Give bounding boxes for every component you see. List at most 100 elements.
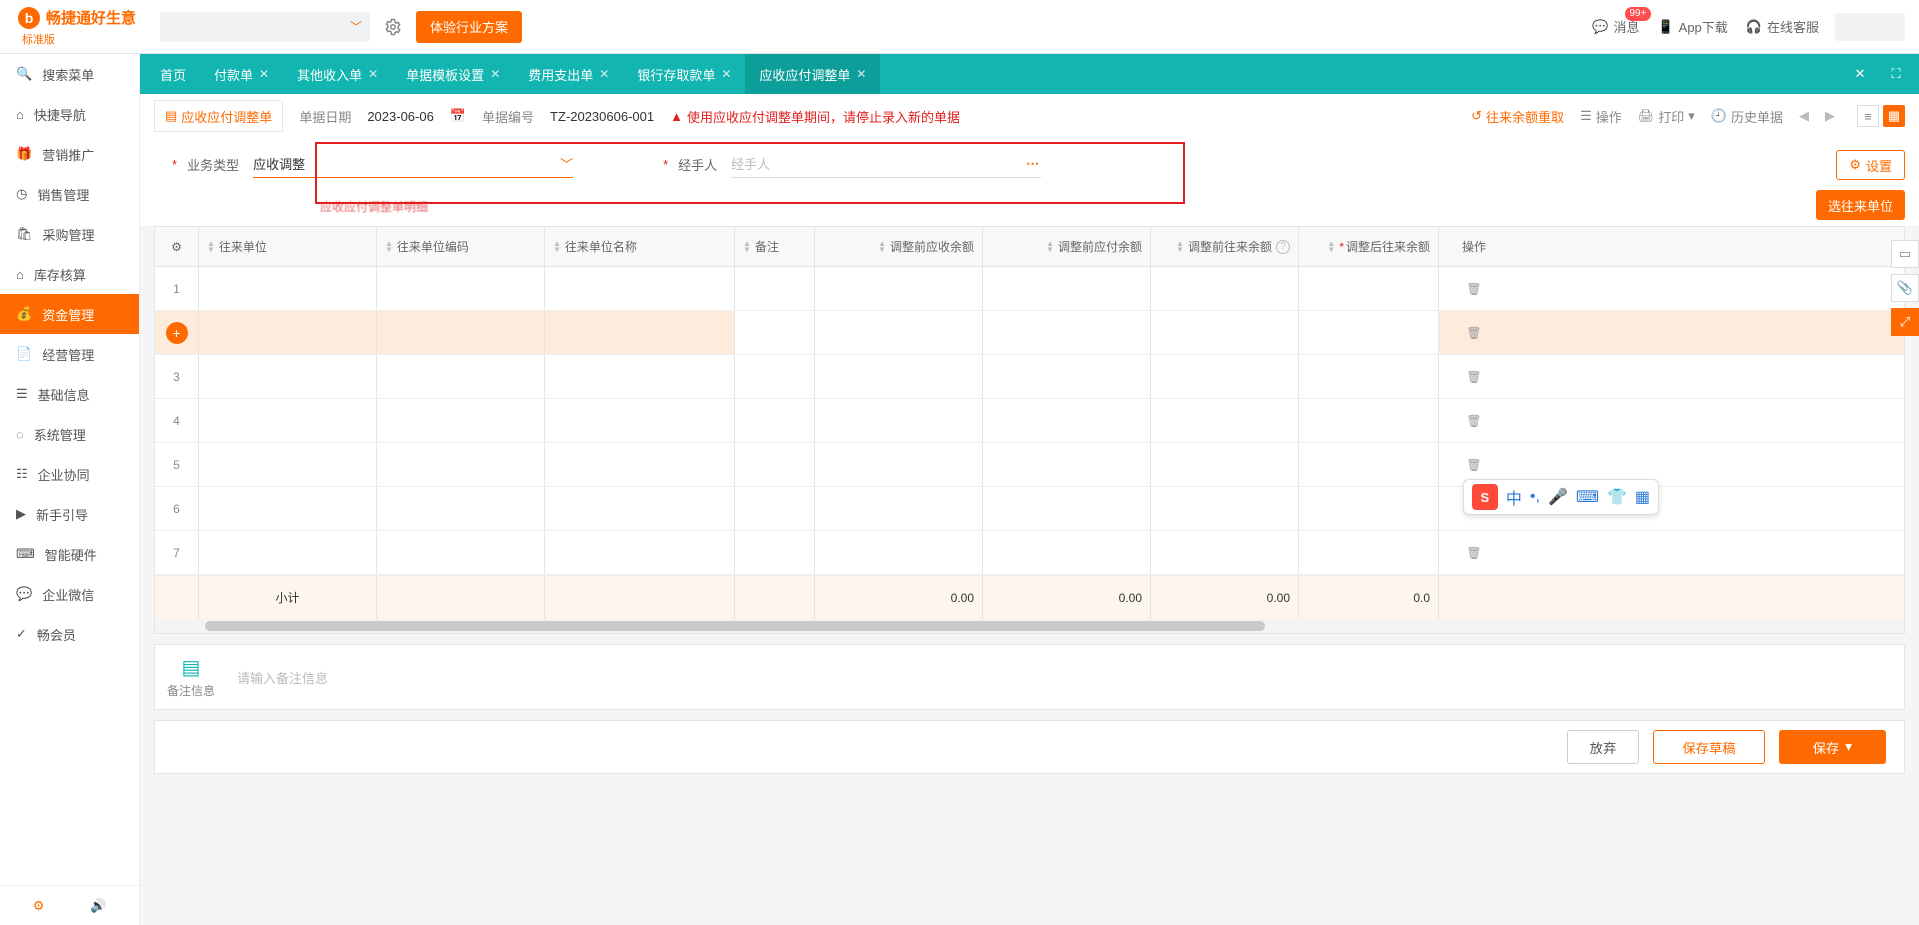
sidebar-item-10[interactable]: ☷企业协同 [0,454,139,494]
rail-attach-button[interactable]: 📎 [1891,274,1919,302]
cell-bal[interactable] [1151,531,1299,574]
cell-bal[interactable] [1151,399,1299,442]
cell-remark[interactable] [735,531,815,574]
cell-remark[interactable] [735,487,815,530]
table-settings-button[interactable]: ⚙ [155,227,199,266]
company-select[interactable]: ﹀ [160,12,370,42]
ime-toolbox-icon[interactable]: ▦ [1635,487,1650,507]
trash-icon[interactable]: 🗑 [1466,414,1481,428]
table-row[interactable]: 1🗑 [155,267,1904,311]
col-ar[interactable]: ▲▼调整前应收余额 [815,227,983,266]
ime-floating-bar[interactable]: S 中 •, 🎤 ⌨ 👕 ▦ [1463,479,1659,515]
handler-input[interactable]: 经手人 ⋯ [731,150,1041,178]
calendar-icon[interactable]: 📅 [450,108,466,124]
view-list-button[interactable]: ≡ [1857,105,1879,127]
help-icon[interactable]: ? [1276,240,1290,254]
cell-name[interactable] [545,267,735,310]
cell-unit[interactable] [199,531,377,574]
cell-ar[interactable] [815,355,983,398]
remark-input[interactable]: 请输入备注信息 [227,668,1904,687]
close-icon[interactable]: ✕ [856,67,866,81]
table-row[interactable]: 4🗑 [155,399,1904,443]
cell-ap[interactable] [983,443,1151,486]
cell-unit[interactable] [199,311,377,354]
sidebar-item-1[interactable]: ⌂快捷导航 [0,94,139,134]
sidebar-item-14[interactable]: ✓畅会员 [0,614,139,654]
sidebar-item-2[interactable]: 🎁营销推广 [0,134,139,174]
operate-button[interactable]: ☰操作 [1580,107,1622,126]
cell-code[interactable] [377,355,545,398]
tab-3[interactable]: 单据模板设置✕ [392,54,514,94]
sidebar-item-13[interactable]: 💬企业微信 [0,574,139,614]
cell-ar[interactable] [815,311,983,354]
cell-name[interactable] [545,487,735,530]
tab-6[interactable]: 应收应付调整单✕ [745,54,880,94]
sidebar-item-3[interactable]: ◷销售管理 [0,174,139,214]
cell-code[interactable] [377,311,545,354]
add-row-button[interactable]: + [166,322,188,344]
history-button[interactable]: 🕘历史单据 [1711,107,1783,126]
select-unit-button[interactable]: 选往来单位 [1816,190,1905,220]
cell-code[interactable] [377,443,545,486]
doc-type-tab[interactable]: ▤ 应收应付调整单 [154,100,283,132]
cell-remark[interactable] [735,267,815,310]
cell-unit[interactable] [199,487,377,530]
cell-ar[interactable] [815,487,983,530]
sidebar-item-9[interactable]: ◌系统管理 [0,414,139,454]
cell-ar[interactable] [815,531,983,574]
cell-ap[interactable] [983,531,1151,574]
close-icon[interactable]: ✕ [368,67,378,81]
sidebar-item-7[interactable]: 📄经营管理 [0,334,139,374]
settings-icon[interactable]: ⚙ [33,898,45,914]
avatar[interactable] [1835,13,1905,41]
cell-ap[interactable] [983,487,1151,530]
cell-after[interactable] [1299,531,1439,574]
cell-after[interactable] [1299,443,1439,486]
cell-bal[interactable] [1151,311,1299,354]
cell-after[interactable] [1299,399,1439,442]
cell-ar[interactable] [815,399,983,442]
cell-code[interactable] [377,531,545,574]
tab-4[interactable]: 费用支出单✕ [514,54,623,94]
table-row[interactable]: 7🗑 [155,531,1904,575]
cell-after[interactable] [1299,311,1439,354]
cell-remark[interactable] [735,355,815,398]
service-button[interactable]: 🎧 在线客服 [1746,17,1819,36]
cell-after[interactable] [1299,267,1439,310]
col-bal[interactable]: ▲▼调整前往来余额? [1151,227,1299,266]
close-icon[interactable]: ✕ [721,67,731,81]
cell-name[interactable] [545,443,735,486]
sidebar-item-8[interactable]: ☰基础信息 [0,374,139,414]
speaker-icon[interactable]: 🔊 [90,898,106,914]
table-row[interactable]: +🗑 [155,311,1904,355]
cell-code[interactable] [377,487,545,530]
cell-after[interactable] [1299,355,1439,398]
cell-remark[interactable] [735,311,815,354]
col-name[interactable]: ▲▼往来单位名称 [545,227,735,266]
save-button[interactable]: 保存▾ [1779,730,1886,764]
cell-unit[interactable] [199,267,377,310]
sidebar-item-4[interactable]: 🛍采购管理 [0,214,139,254]
more-icon[interactable]: ⋯ [1026,156,1041,172]
cell-ap[interactable] [983,267,1151,310]
close-icon[interactable]: ✕ [259,67,269,81]
cell-name[interactable] [545,531,735,574]
cell-after[interactable] [1299,487,1439,530]
trash-icon[interactable]: 🗑 [1466,458,1481,472]
cell-unit[interactable] [199,399,377,442]
cell-bal[interactable] [1151,487,1299,530]
rail-note-button[interactable]: ▭ [1891,240,1919,268]
cell-name[interactable] [545,355,735,398]
sidebar-item-12[interactable]: ⌨智能硬件 [0,534,139,574]
view-card-button[interactable]: ▦ [1883,105,1905,127]
cell-name[interactable] [545,399,735,442]
trash-icon[interactable]: 🗑 [1466,326,1481,340]
col-after[interactable]: ▲▼*调整后往来余额 [1299,227,1439,266]
prev-icon[interactable]: ◀ [1799,108,1809,124]
doc-date-value[interactable]: 2023-06-06 [367,109,434,124]
ime-skin-icon[interactable]: 👕 [1607,487,1627,507]
rail-expand-button[interactable]: ⤢ [1891,308,1919,336]
cell-remark[interactable] [735,443,815,486]
cell-name[interactable] [545,311,735,354]
cell-unit[interactable] [199,443,377,486]
